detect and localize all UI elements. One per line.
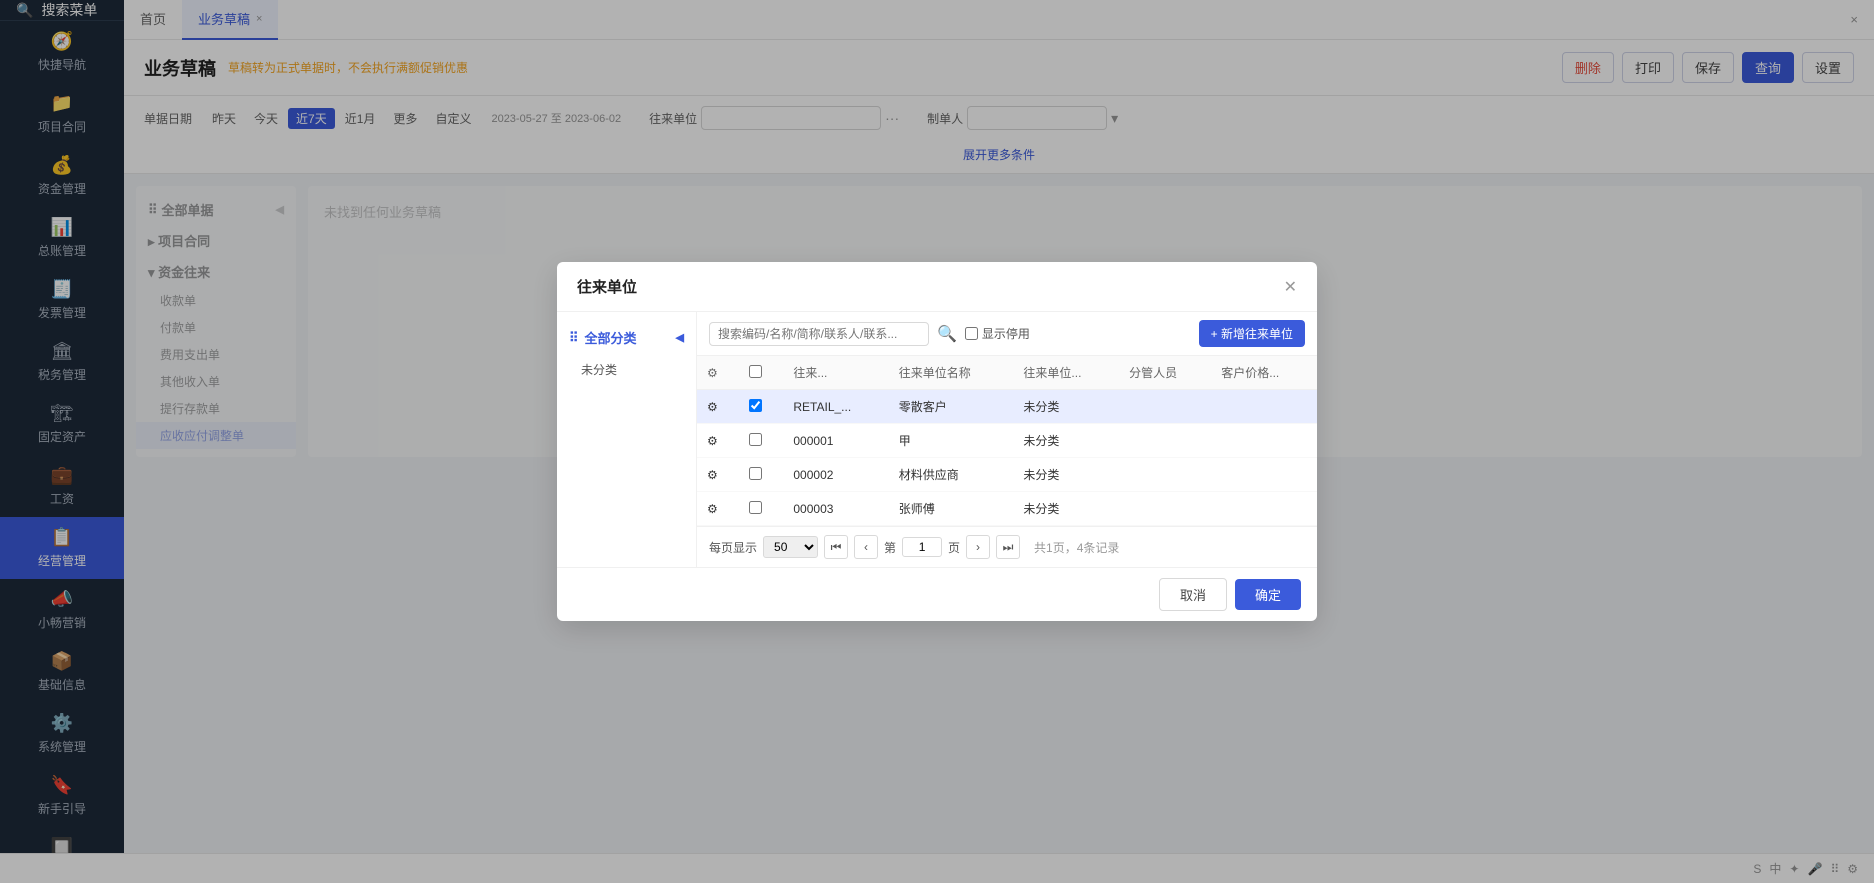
disabled-checkbox[interactable] <box>965 327 978 340</box>
row-code: 000002 <box>783 458 888 492</box>
row-price <box>1211 424 1317 458</box>
table-row[interactable]: ⚙ 000001 甲 未分类 <box>697 424 1317 458</box>
collapse-dialog-left-icon: ◀ <box>676 331 684 344</box>
of-label: 页 <box>948 539 960 556</box>
prev-page-btn[interactable]: ‹ <box>854 535 878 559</box>
dialog-close-button[interactable]: ✕ <box>1284 277 1297 297</box>
add-counterpart-button[interactable]: + 新增往来单位 <box>1199 320 1305 347</box>
page-input[interactable] <box>902 537 942 557</box>
table-row[interactable]: ⚙ 000003 张师傅 未分类 <box>697 492 1317 526</box>
th-category: 往来单位... <box>1013 356 1119 390</box>
row-checkbox[interactable] <box>739 492 784 526</box>
dialog-pagination: 每页显示 50 20 100 ⏮ ‹ 第 页 › ⏭ 共1页，4条记录 <box>697 526 1317 567</box>
th-manager: 分管人员 <box>1119 356 1211 390</box>
dialog-toolbar: 🔍 显示停用 + 新增往来单位 <box>697 312 1317 356</box>
dialog-search-input[interactable] <box>709 322 929 346</box>
per-page-label: 每页显示 <box>709 539 757 556</box>
uncategorized-item[interactable]: 未分类 <box>557 355 696 384</box>
per-page-select[interactable]: 50 20 100 <box>763 536 818 558</box>
th-price: 客户价格... <box>1211 356 1317 390</box>
row-price <box>1211 390 1317 424</box>
row-category: 未分类 <box>1013 390 1119 424</box>
row-settings[interactable]: ⚙ <box>697 492 739 526</box>
row-price <box>1211 492 1317 526</box>
row-checkbox[interactable] <box>739 458 784 492</box>
page-label: 第 <box>884 539 896 556</box>
th-code: 往来... <box>783 356 888 390</box>
th-settings[interactable]: ⚙ <box>697 356 739 390</box>
row-settings[interactable]: ⚙ <box>697 458 739 492</box>
select-all-checkbox[interactable] <box>749 365 762 378</box>
dialog-right-panel: 🔍 显示停用 + 新增往来单位 ⚙ 往来... <box>697 312 1317 567</box>
table-row[interactable]: ⚙ RETAIL_... 零散客户 未分类 <box>697 390 1317 424</box>
row-manager <box>1119 458 1211 492</box>
show-disabled-checkbox[interactable]: 显示停用 <box>965 325 1030 342</box>
first-page-btn[interactable]: ⏮ <box>824 535 848 559</box>
next-page-btn[interactable]: › <box>966 535 990 559</box>
last-page-btn[interactable]: ⏭ <box>996 535 1020 559</box>
row-category: 未分类 <box>1013 424 1119 458</box>
table-row[interactable]: ⚙ 000002 材料供应商 未分类 <box>697 458 1317 492</box>
row-name: 材料供应商 <box>889 458 1014 492</box>
row-code: RETAIL_... <box>783 390 888 424</box>
dialog-table-scroll: ⚙ 往来... 往来单位名称 往来单位... 分管人员 客户价格... ⚙ RE… <box>697 356 1317 526</box>
row-settings[interactable]: ⚙ <box>697 390 739 424</box>
dialog-footer: 取消 确定 <box>557 567 1317 621</box>
dialog-title: 往来单位 <box>577 276 637 297</box>
confirm-button[interactable]: 确定 <box>1235 579 1301 610</box>
row-category: 未分类 <box>1013 492 1119 526</box>
modal-overlay: 往来单位 ✕ ⠿ 全部分类 ◀ 未分类 🔍 <box>0 0 1874 883</box>
th-name: 往来单位名称 <box>889 356 1014 390</box>
row-category: 未分类 <box>1013 458 1119 492</box>
dialog: 往来单位 ✕ ⠿ 全部分类 ◀ 未分类 🔍 <box>557 262 1317 621</box>
row-manager <box>1119 390 1211 424</box>
total-label: 共1页，4条记录 <box>1034 539 1119 556</box>
row-checkbox[interactable] <box>739 390 784 424</box>
all-category-btn[interactable]: ⠿ 全部分类 ◀ <box>557 320 696 355</box>
dialog-table: ⚙ 往来... 往来单位名称 往来单位... 分管人员 客户价格... ⚙ RE… <box>697 356 1317 526</box>
table-header-row: ⚙ 往来... 往来单位名称 往来单位... 分管人员 客户价格... <box>697 356 1317 390</box>
row-checkbox[interactable] <box>739 424 784 458</box>
row-settings[interactable]: ⚙ <box>697 424 739 458</box>
row-code: 000001 <box>783 424 888 458</box>
row-manager <box>1119 492 1211 526</box>
dialog-left-panel: ⠿ 全部分类 ◀ 未分类 <box>557 312 697 567</box>
row-name: 甲 <box>889 424 1014 458</box>
dialog-header: 往来单位 ✕ <box>557 262 1317 312</box>
row-manager <box>1119 424 1211 458</box>
row-name: 张师傅 <box>889 492 1014 526</box>
grid-icon-dialog: ⠿ <box>569 330 579 346</box>
th-checkbox[interactable] <box>739 356 784 390</box>
cancel-button[interactable]: 取消 <box>1159 578 1227 611</box>
search-icon-btn[interactable]: 🔍 <box>937 324 957 344</box>
row-name: 零散客户 <box>889 390 1014 424</box>
row-code: 000003 <box>783 492 888 526</box>
dialog-body: ⠿ 全部分类 ◀ 未分类 🔍 显示停用 + 新增往来单位 <box>557 312 1317 567</box>
row-price <box>1211 458 1317 492</box>
